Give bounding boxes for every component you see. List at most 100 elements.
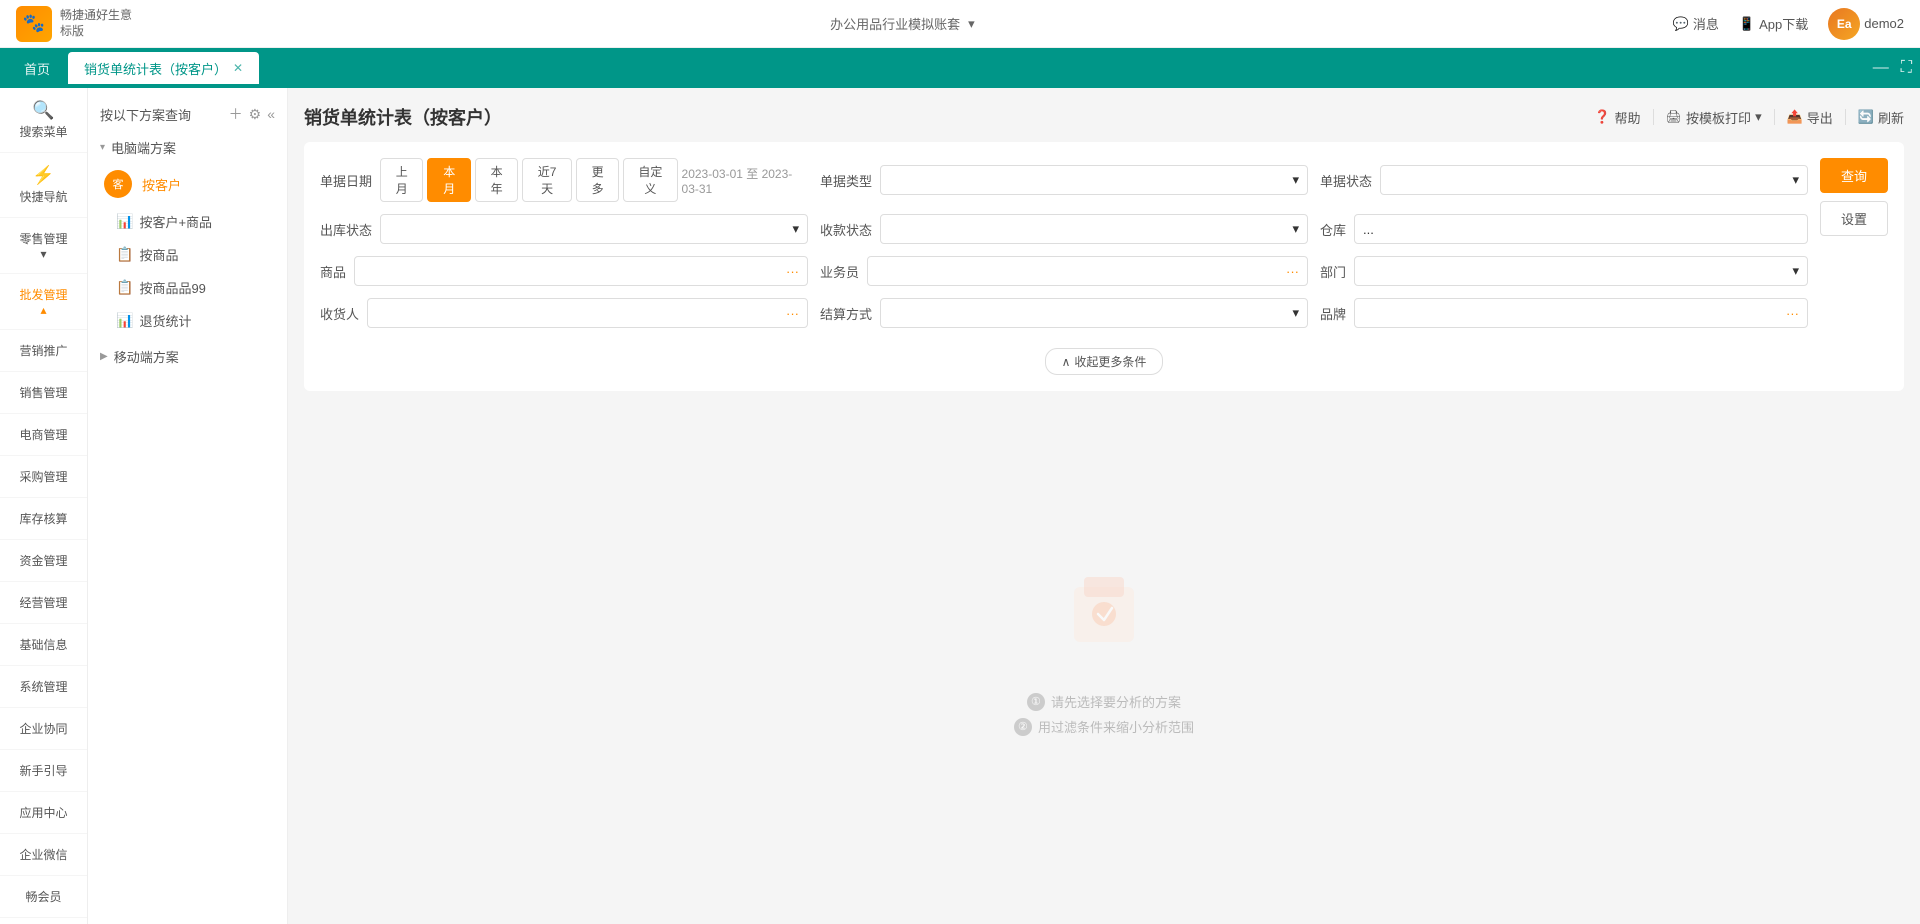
- payment-status-cell: 收款状态 ▾: [820, 214, 1308, 244]
- template-print-btn[interactable]: 🖨 按模板打印 ▾: [1666, 108, 1762, 127]
- sidebar-item-purchase[interactable]: 采购管理: [0, 456, 87, 498]
- sidebar-item-search[interactable]: 🔍 搜索菜单: [0, 88, 87, 153]
- settings-button[interactable]: 设置: [1820, 201, 1888, 236]
- dept-label: 部门: [1320, 262, 1346, 281]
- quicknav-label: 快捷导航: [4, 188, 83, 205]
- out-status-control[interactable]: ▾: [380, 214, 808, 244]
- employee-dots: ···: [1286, 264, 1299, 279]
- export-btn[interactable]: 📤 导出: [1787, 108, 1833, 127]
- date-btn-more[interactable]: 更多: [576, 158, 619, 202]
- nav-add-icon[interactable]: ＋: [229, 104, 243, 124]
- tab-sales-stats[interactable]: 销货单统计表（按客户） ✕: [68, 52, 259, 84]
- page-actions: ❓ 帮助 🖨 按模板打印 ▾ 📤 导出: [1594, 108, 1904, 127]
- payment-status-control[interactable]: ▾: [880, 214, 1308, 244]
- doc-type-control[interactable]: ▾: [880, 165, 1308, 195]
- nav-item-refund-stats[interactable]: 📊 退货统计: [88, 304, 287, 337]
- goods-control[interactable]: ···: [354, 256, 808, 286]
- divider1: [1653, 109, 1654, 125]
- employee-label: 业务员: [820, 262, 859, 281]
- brand-control[interactable]: ···: [1354, 298, 1808, 328]
- message-label: 消息: [1693, 14, 1719, 33]
- avatar: Ea: [1828, 8, 1860, 40]
- action-buttons: 查询 设置: [1820, 158, 1888, 340]
- help-label: 帮助: [1615, 108, 1641, 127]
- nav-collapse-icon[interactable]: «: [267, 106, 275, 122]
- sidebar-item-enterprise-wechat[interactable]: 企业微信: [0, 834, 87, 876]
- date-btn-this-year[interactable]: 本年: [475, 158, 518, 202]
- employee-control[interactable]: ···: [867, 256, 1308, 286]
- tab-expand-icon[interactable]: ⛶: [1901, 59, 1912, 77]
- tab-home[interactable]: 首页: [8, 52, 66, 84]
- date-btn-last-month[interactable]: 上月: [380, 158, 423, 202]
- template-print-label: 按模板打印: [1686, 108, 1751, 127]
- filter-row-3: 商品 ··· 业务员 ···: [320, 256, 1808, 286]
- refresh-icon: 🔄: [1858, 109, 1874, 125]
- dept-control[interactable]: ▾: [1354, 256, 1808, 286]
- page-title-bar: 销货单统计表（按客户） ❓ 帮助 🖨 按模板打印 ▾ 📤: [304, 104, 1904, 130]
- nav-item-by-customer[interactable]: 客 按客户: [88, 163, 287, 205]
- payment-status-chevron-icon: ▾: [1292, 221, 1299, 237]
- sidebar-item-basic[interactable]: 基础信息: [0, 624, 87, 666]
- nav-item-by-customer-goods[interactable]: 📊 按客户+商品: [88, 205, 287, 238]
- mobile-group-header[interactable]: ▶ 移动端方案: [88, 341, 287, 372]
- user-label: demo2: [1864, 16, 1904, 31]
- date-btn-last-7-days[interactable]: 近7天: [522, 158, 571, 202]
- goods-label: 商品: [320, 262, 346, 281]
- content-panel: 按以下方案查询 ＋ ⚙ « ▾ 电脑端方案 客 按客户 📊: [88, 88, 1920, 924]
- recipient-control[interactable]: ···: [367, 298, 808, 328]
- quicknav-icon: ⚡: [4, 165, 83, 186]
- desktop-group-header[interactable]: ▾ 电脑端方案: [88, 132, 287, 163]
- payment-method-chevron-icon: ▾: [1292, 305, 1299, 321]
- tab-minimize-icon[interactable]: —: [1873, 59, 1889, 77]
- nav-item-by-goods[interactable]: 📋 按商品: [88, 238, 287, 271]
- sidebar-item-retail[interactable]: 零售管理 ▾: [0, 218, 87, 274]
- date-btn-this-month[interactable]: 本月: [427, 158, 470, 202]
- doc-status-control[interactable]: ▾: [1380, 165, 1808, 195]
- doc-type-label: 单据类型: [820, 171, 872, 190]
- tab-close-icon[interactable]: ✕: [233, 61, 243, 75]
- date-btn-custom[interactable]: 自定义: [623, 158, 677, 202]
- sidebar-item-newbie[interactable]: 新手引导: [0, 750, 87, 792]
- collapse-btn[interactable]: ∧ 收起更多条件: [1045, 348, 1164, 375]
- empty-state: ① 请先选择要分析的方案 ② 用过滤条件来缩小分析范围: [304, 391, 1904, 908]
- divider3: [1845, 109, 1846, 125]
- desktop-group-label: 电脑端方案: [111, 138, 176, 157]
- message-btn[interactable]: 💬 消息: [1673, 14, 1719, 33]
- app-download-btn[interactable]: 📱 App下载: [1739, 14, 1808, 33]
- industry-selector[interactable]: 办公用品行业模拟账套 ▾: [830, 14, 975, 33]
- user-menu[interactable]: Ea demo2: [1828, 8, 1904, 40]
- sidebar-item-quicknav[interactable]: ⚡ 快捷导航: [0, 153, 87, 218]
- brand-label: 品牌: [1320, 304, 1346, 323]
- payment-method-control[interactable]: ▾: [880, 298, 1308, 328]
- mobile-group: ▶ 移动端方案: [88, 341, 287, 372]
- help-btn[interactable]: ❓ 帮助: [1594, 108, 1640, 127]
- refresh-btn[interactable]: 🔄 刷新: [1858, 108, 1904, 127]
- brand-dots: ···: [1786, 306, 1799, 321]
- sidebar-item-finance[interactable]: 资金管理: [0, 540, 87, 582]
- print-icon: 🖨: [1666, 109, 1683, 125]
- query-button[interactable]: 查询: [1820, 158, 1888, 193]
- warehouse-cell: 仓库 ...: [1320, 214, 1808, 244]
- nav-settings-icon[interactable]: ⚙: [249, 106, 262, 123]
- sidebar-item-marketing[interactable]: 营销推广: [0, 330, 87, 372]
- sidebar-item-sales[interactable]: 销售管理: [0, 372, 87, 414]
- nav-item-by-goods-99[interactable]: 📋 按商品品99: [88, 271, 287, 304]
- tab-bar-actions: — ⛶: [1873, 59, 1912, 77]
- by-customer-circle: 客: [104, 170, 132, 198]
- help-icon: ❓: [1594, 109, 1610, 125]
- sidebar-item-member[interactable]: 畅会员: [0, 876, 87, 918]
- sidebar-item-enterprise-agreement[interactable]: 企业协同: [0, 708, 87, 750]
- sidebar-item-ecommerce[interactable]: 电商管理: [0, 414, 87, 456]
- sidebar-item-inventory[interactable]: 库存核算: [0, 498, 87, 540]
- app-download-icon: 📱: [1739, 16, 1755, 32]
- sidebar-item-app-center[interactable]: 应用中心: [0, 792, 87, 834]
- sidebar-item-system[interactable]: 系统管理: [0, 666, 87, 708]
- by-goods-icon: 📋: [116, 246, 133, 263]
- logo-line2: 标版: [60, 24, 132, 40]
- recipient-cell: 收货人 ···: [320, 298, 808, 328]
- refund-stats-icon: 📊: [116, 312, 133, 329]
- sidebar-item-wholesale[interactable]: 批发管理 ▴: [0, 274, 87, 330]
- warehouse-control[interactable]: ...: [1354, 214, 1808, 244]
- sidebar-item-operations[interactable]: 经营管理: [0, 582, 87, 624]
- by-customer-goods-label: 按客户+商品: [139, 212, 212, 231]
